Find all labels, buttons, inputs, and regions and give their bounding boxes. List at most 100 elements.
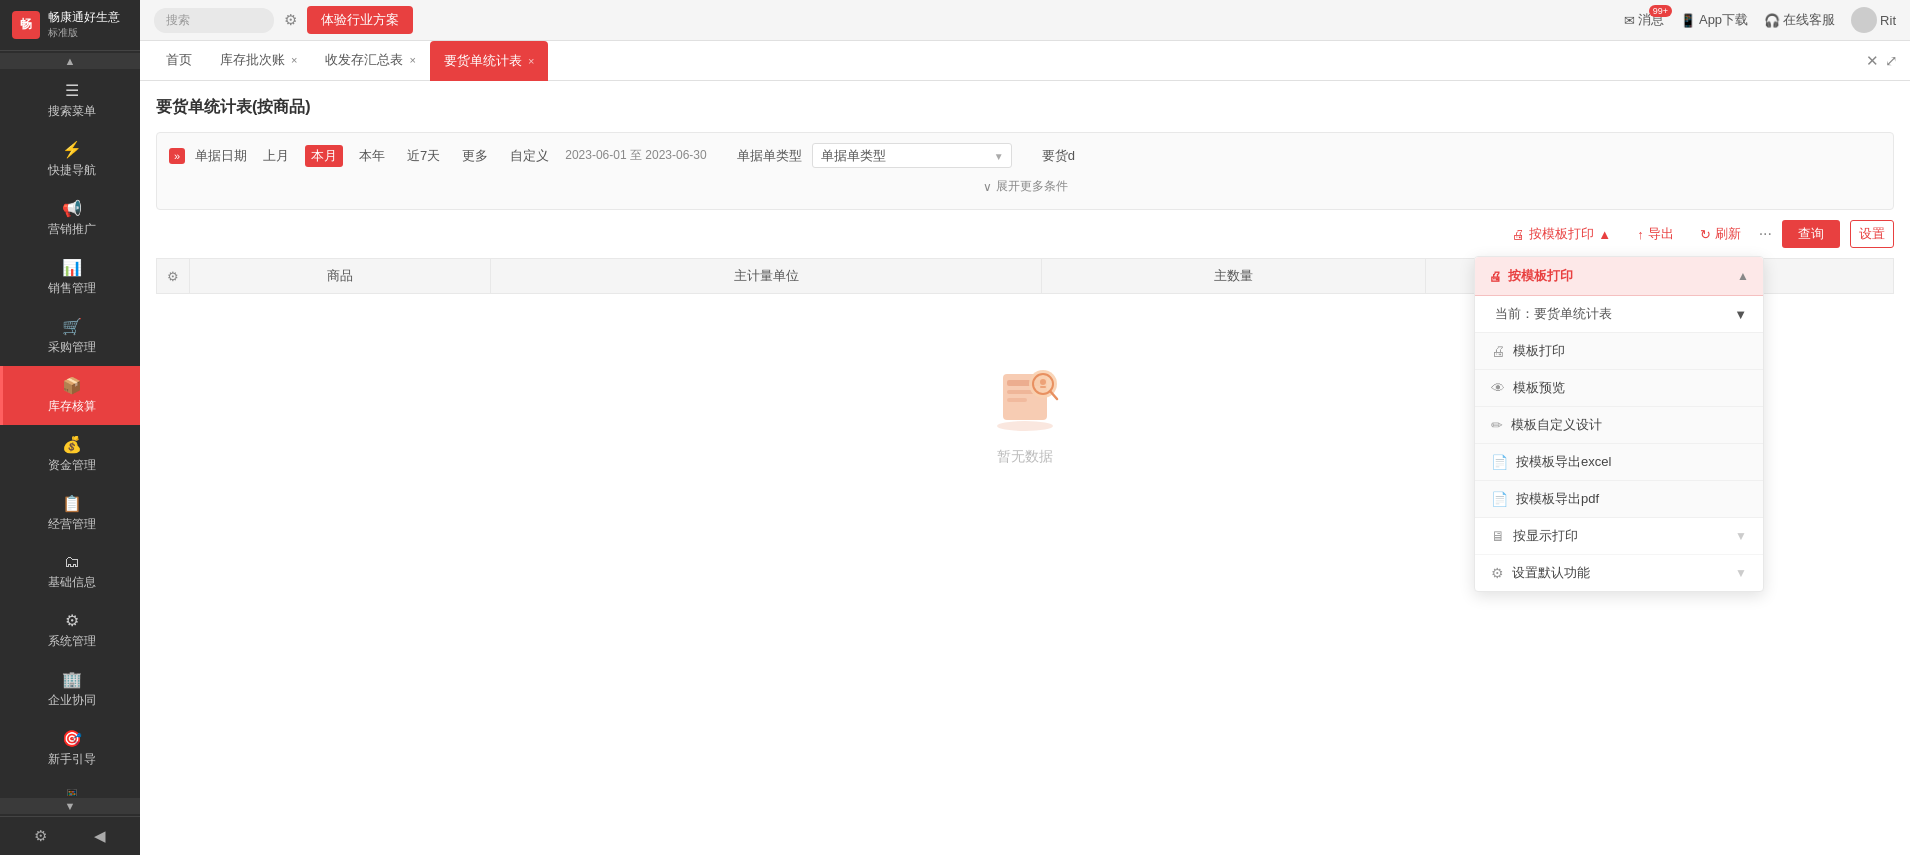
sidebar-item-inventory[interactable]: 📦 库存核算 [0,366,140,425]
table-header-quantity: 主数量 [1041,259,1425,294]
tab-inventory-batch[interactable]: 库存批次账 × [206,41,311,81]
sidebar-scroll-down[interactable]: ▼ [0,798,140,814]
sidebar-scroll-controls: ▲ [0,51,140,71]
date-btn-more[interactable]: 更多 [456,145,494,167]
dropdown-item-pdf-label: 按模板导出pdf [1516,490,1599,508]
sidebar-item-label: 销售管理 [48,280,96,297]
tab-summary-label: 收发存汇总表 [325,51,403,69]
display-print-icon: 🖥 [1491,528,1505,544]
dropdown-item-print[interactable]: 🖨 模板打印 [1475,333,1763,370]
topbar-search[interactable]: 搜索 [154,8,274,33]
excel-icon: 📄 [1491,454,1508,470]
sidebar-item-newbie[interactable]: 🎯 新手引导 [0,719,140,778]
user-avatar-area[interactable]: Rit [1851,7,1896,33]
app-icon: 📱 [1680,13,1696,28]
sidebar-item-search[interactable]: ☰ 搜索菜单 [0,71,140,130]
app-download-label: App下载 [1699,11,1748,29]
sidebar-item-marketing[interactable]: 📢 营销推广 [0,189,140,248]
tab-order-stats[interactable]: 要货单统计表 × [430,41,548,81]
table-header-unit: 主计量单位 [491,259,1042,294]
sidebar-item-quick-nav[interactable]: ⚡ 快捷导航 [0,130,140,189]
main-area: 搜索 ⚙ 体验行业方案 ✉ 消息 99+ 📱 App下载 🎧 在线客服 Rit [140,0,1910,855]
sidebar-item-label: 企业协同 [48,692,96,709]
dropdown-title: 🖨 按模板打印 [1489,267,1573,285]
sidebar-item-label: 经营管理 [48,516,96,533]
table-header-settings[interactable]: ⚙ [157,259,190,294]
tab-inventory-batch-close[interactable]: × [291,54,297,66]
sidebar-scroll-up[interactable]: ▲ [0,53,140,69]
dropdown-item-default-func[interactable]: ⚙ 设置默认功能 ▼ [1475,555,1763,591]
tabs-bar: 首页 库存批次账 × 收发存汇总表 × 要货单统计表 × ✕ ⤢ [140,41,1910,81]
dropdown-item-export-pdf[interactable]: 📄 按模板导出pdf [1475,481,1763,518]
dropdown-item-display-print[interactable]: 🖥 按显示打印 ▼ [1475,518,1763,555]
refresh-button[interactable]: ↻ 刷新 [1692,221,1749,247]
newbie-icon: 🎯 [62,729,82,748]
more-options-icon[interactable]: ··· [1759,225,1772,243]
tab-inventory-batch-label: 库存批次账 [220,51,285,69]
empty-text: 暂无数据 [997,448,1053,466]
sidebar-item-purchase[interactable]: 🛒 采购管理 [0,307,140,366]
sidebar-item-basic[interactable]: 🗂 基础信息 [0,543,140,601]
app-download-button[interactable]: 📱 App下载 [1680,11,1748,29]
operations-icon: 📋 [62,494,82,513]
dropdown-item-design-label: 模板自定义设计 [1511,416,1602,434]
date-range: 2023-06-01 至 2023-06-30 [565,147,706,164]
trial-button[interactable]: 体验行业方案 [307,6,413,34]
tab-summary-close[interactable]: × [409,54,415,66]
sidebar-item-label: 系统管理 [48,633,96,650]
sidebar-item-operations[interactable]: 📋 经营管理 [0,484,140,543]
dropdown-collapse-icon[interactable]: ▲ [1737,269,1749,283]
dropdown-item-design[interactable]: ✏ 模板自定义设计 [1475,407,1763,444]
sidebar-item-enterprise[interactable]: 🏢 企业协同 [0,660,140,719]
table-settings-gear-icon[interactable]: ⚙ [167,269,179,284]
tab-order-stats-label: 要货单统计表 [444,52,522,70]
date-btn-this-month[interactable]: 本月 [305,145,343,167]
tab-summary[interactable]: 收发存汇总表 × [311,41,429,81]
page-title: 要货单统计表(按商品) [156,97,1894,118]
messages-button[interactable]: ✉ 消息 99+ [1624,11,1664,29]
dropdown-item-export-excel[interactable]: 📄 按模板导出excel [1475,444,1763,481]
sidebar-item-label: 资金管理 [48,457,96,474]
expand-more-btn[interactable]: ∨ 展开更多条件 [973,174,1078,199]
sidebar-item-label: 快捷导航 [48,162,96,179]
date-btn-7days[interactable]: 近7天 [401,145,446,167]
dropdown-item-preview[interactable]: 👁 模板预览 [1475,370,1763,407]
sidebar-item-system[interactable]: ⚙ 系统管理 [0,601,140,660]
type-select-wrapper: 单据单类型 [812,143,1012,168]
print-template-button[interactable]: 🖨 按模板打印 ▲ [1504,221,1619,247]
yaohuo-label: 要货d [1042,147,1075,165]
expand-filter-icon[interactable]: » [169,148,185,164]
type-select[interactable]: 单据单类型 [812,143,1012,168]
dropdown-current[interactable]: 当前：要货单统计表 ▼ [1475,296,1763,333]
online-service-button[interactable]: 🎧 在线客服 [1764,11,1835,29]
sidebar-item-label: 新手引导 [48,751,96,768]
date-btn-custom[interactable]: 自定义 [504,145,555,167]
service-icon: 🎧 [1764,13,1780,28]
export-button[interactable]: ↑ 导出 [1629,221,1682,247]
dropdown-item-excel-label: 按模板导出excel [1516,453,1611,471]
query-button[interactable]: 查询 [1782,220,1840,248]
marketing-icon: 📢 [62,199,82,218]
settings-button[interactable]: 设置 [1850,220,1894,248]
inventory-icon: 📦 [62,376,82,395]
sidebar-item-sales[interactable]: 📊 销售管理 [0,248,140,307]
system-icon: ⚙ [65,611,79,630]
date-btn-this-year[interactable]: 本年 [353,145,391,167]
dropdown-header: 🖨 按模板打印 ▲ [1475,257,1763,296]
topbar-gear-icon[interactable]: ⚙ [284,11,297,29]
page-content: 要货单统计表(按商品) » 单据日期 上月 本月 本年 近7天 更多 自定义 2… [140,81,1910,855]
tab-close-all-button[interactable]: ✕ [1866,52,1879,70]
sidebar-item-finance[interactable]: 💰 资金管理 [0,425,140,484]
sidebar-item-appstore[interactable]: 📱 应用中心 [0,778,140,796]
collapse-sidebar-icon[interactable]: ◀ [94,827,106,845]
tab-maximize-button[interactable]: ⤢ [1885,52,1898,70]
export-label: 导出 [1648,225,1674,243]
dropdown-print-icon: 🖨 [1489,269,1502,284]
dropdown-title-label: 按模板打印 [1508,267,1573,285]
settings-icon[interactable]: ⚙ [34,827,47,845]
refresh-icon: ↻ [1700,227,1711,242]
date-btn-last-month[interactable]: 上月 [257,145,295,167]
tab-home[interactable]: 首页 [152,41,206,81]
tab-order-stats-close[interactable]: × [528,55,534,67]
dropdown-item-print-label: 模板打印 [1513,342,1565,360]
